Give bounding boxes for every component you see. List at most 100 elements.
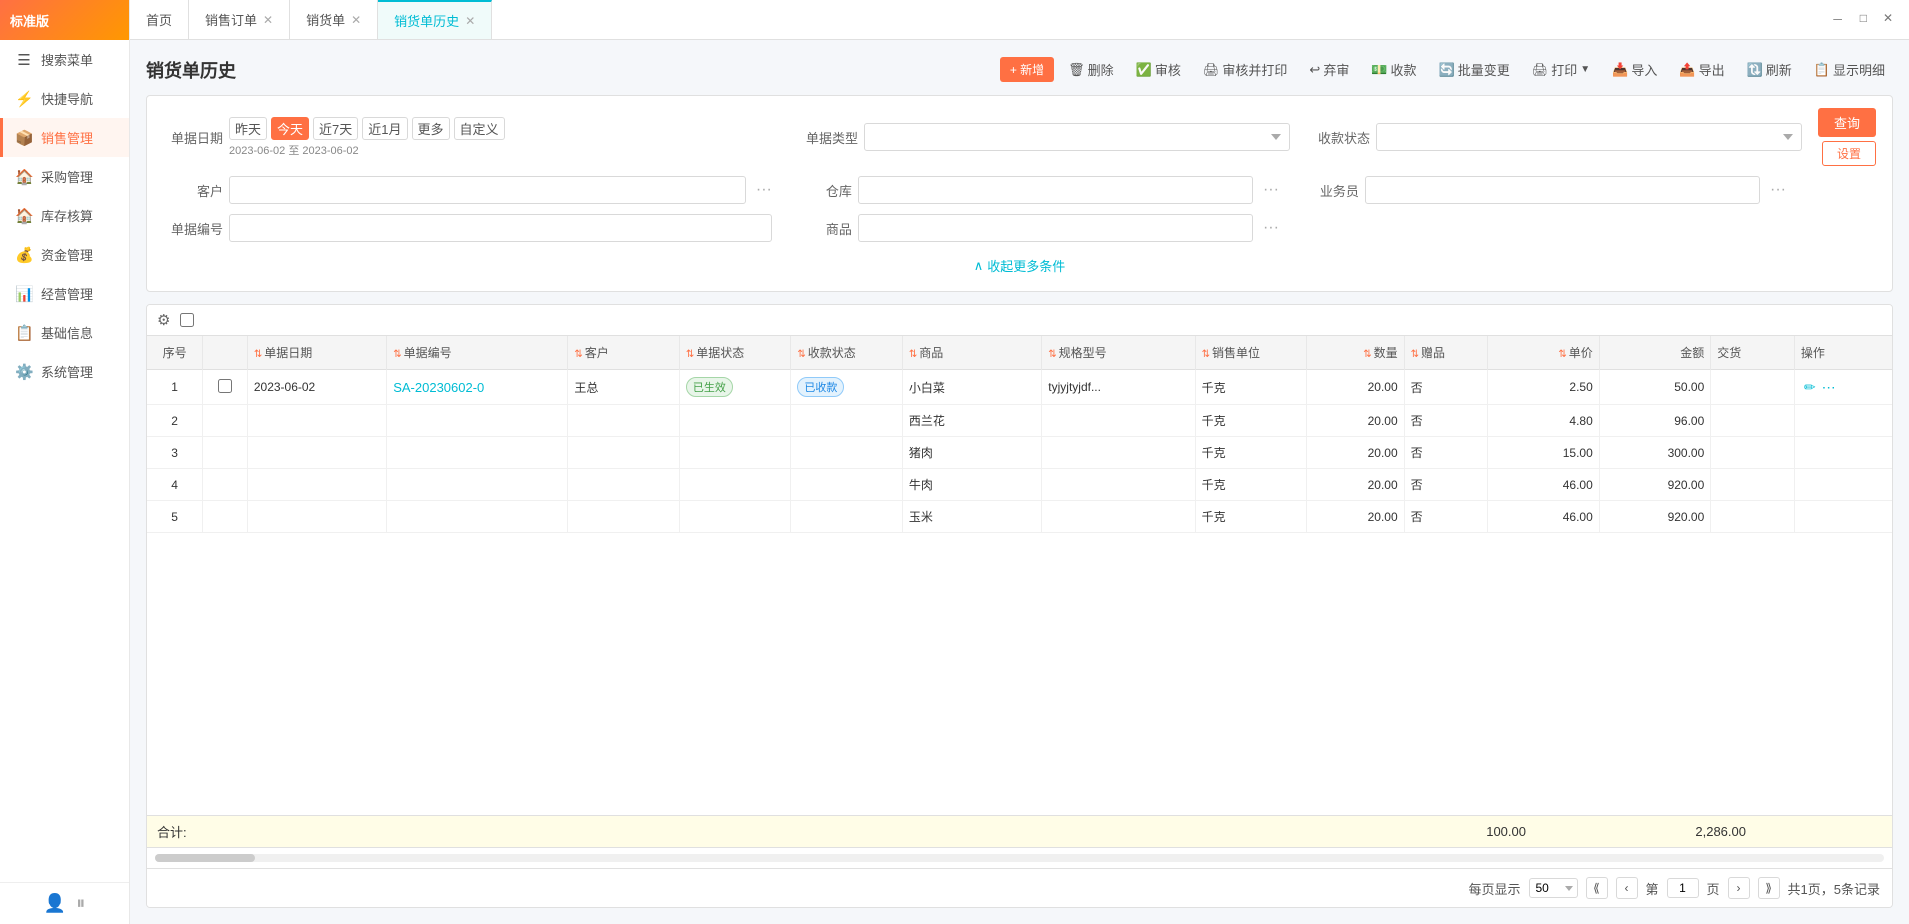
- salesperson-dots[interactable]: ···: [1770, 181, 1786, 199]
- page-input[interactable]: [1667, 878, 1699, 898]
- collapse-button[interactable]: ∧ 收起更多条件: [163, 252, 1876, 279]
- cell-customer: [568, 437, 680, 469]
- date-btn-7days[interactable]: 近7天: [313, 117, 358, 140]
- sort-customer-icon: ⇅: [574, 349, 582, 360]
- tab-sales-order-close[interactable]: ✕: [263, 13, 273, 27]
- new-button[interactable]: + 新增: [1000, 57, 1054, 82]
- set-button[interactable]: 设置: [1822, 141, 1876, 166]
- batch-change-button[interactable]: 🔄 批量变更: [1431, 56, 1518, 83]
- more-btn[interactable]: ⋯: [1819, 379, 1839, 396]
- row-checkbox[interactable]: [218, 379, 232, 393]
- date-btn-today[interactable]: 今天: [271, 117, 309, 140]
- sidebar-item-sales[interactable]: 📦 销售管理: [0, 118, 129, 157]
- col-unit[interactable]: ⇅销售单位: [1195, 336, 1307, 370]
- sidebar-item-system[interactable]: ⚙️ 系统管理: [0, 352, 129, 391]
- sidebar-collapse-icon[interactable]: ⏸: [76, 893, 85, 914]
- page-next-btn[interactable]: ›: [1728, 877, 1750, 899]
- cell-docstatus: [679, 469, 791, 501]
- per-page-select[interactable]: 50 100 200: [1529, 878, 1578, 898]
- cell-no: 5: [147, 501, 203, 533]
- receive-button[interactable]: 💵 收款: [1363, 56, 1424, 83]
- sidebar-item-inventory[interactable]: 🏠 库存核算: [0, 196, 129, 235]
- payment-select[interactable]: [1376, 123, 1802, 151]
- tab-home[interactable]: 首页: [130, 0, 189, 39]
- tab-sales-goods-close[interactable]: ✕: [351, 13, 361, 27]
- salesperson-input[interactable]: [1365, 176, 1760, 204]
- date-btn-more[interactable]: 更多: [412, 117, 450, 140]
- audit-print-button[interactable]: 🖨 审核并打印: [1195, 56, 1296, 83]
- doctype-select[interactable]: [864, 123, 1290, 151]
- summary-row: 合计: 100.00 2,286.00: [147, 815, 1892, 847]
- minimize-btn[interactable]: －: [1824, 9, 1852, 30]
- sidebar-user-icon[interactable]: 👤: [44, 893, 66, 914]
- tab-sales-order[interactable]: 销售订单 ✕: [189, 0, 290, 39]
- close-btn[interactable]: ✕: [1875, 9, 1901, 30]
- sidebar-item-operation[interactable]: 📊 经营管理: [0, 274, 129, 313]
- horizontal-scrollbar[interactable]: [155, 854, 1884, 862]
- scrollbar-thumb[interactable]: [155, 854, 255, 862]
- abandon-button[interactable]: ↩ 弃审: [1301, 56, 1357, 83]
- sidebar-item-purchase[interactable]: 🏠 采购管理: [0, 157, 129, 196]
- cell-goods: 猪肉: [902, 437, 1041, 469]
- table-scroll[interactable]: 序号 ⇅单据日期 ⇅单据编号 ⇅客户 ⇅单据状态 ⇅收款状态 ⇅商品 ⇅规格型号…: [147, 336, 1892, 815]
- docno-input[interactable]: [229, 214, 772, 242]
- customer-input[interactable]: [229, 176, 746, 204]
- goods-input[interactable]: [858, 214, 1253, 242]
- cell-docstatus: [679, 501, 791, 533]
- edit-btn[interactable]: ✏: [1801, 379, 1819, 396]
- col-action: 操作: [1794, 336, 1892, 370]
- page-prev-btn[interactable]: ‹: [1616, 877, 1638, 899]
- col-customer[interactable]: ⇅客户: [568, 336, 680, 370]
- col-qty[interactable]: ⇅数量: [1307, 336, 1405, 370]
- customer-dots[interactable]: ···: [756, 181, 772, 199]
- col-date[interactable]: ⇅单据日期: [247, 336, 386, 370]
- table-row: 2西兰花千克20.00否4.8096.00: [147, 405, 1892, 437]
- warehouse-input[interactable]: [858, 176, 1253, 204]
- page-last-btn[interactable]: ⟫: [1758, 877, 1780, 899]
- tab-sales-goods[interactable]: 销货单 ✕: [290, 0, 378, 39]
- show-detail-button[interactable]: 📋 显示明细: [1806, 56, 1893, 83]
- filter-group-payment: 收款状态: [1310, 123, 1802, 151]
- tab-sales-history-close[interactable]: ✕: [465, 14, 475, 28]
- col-price[interactable]: ⇅单价: [1488, 336, 1600, 370]
- date-range-text: 2023-06-02 至 2023-06-02: [229, 142, 778, 158]
- cell-customer: [568, 501, 680, 533]
- col-spec[interactable]: ⇅规格型号: [1042, 336, 1195, 370]
- maximize-btn[interactable]: □: [1852, 9, 1875, 30]
- sidebar-item-quicknav[interactable]: ⚡ 快捷导航: [0, 79, 129, 118]
- date-btn-custom[interactable]: 自定义: [454, 117, 505, 140]
- export-button[interactable]: 📤 导出: [1671, 56, 1732, 83]
- print-button[interactable]: 🖨 打印 ▼: [1524, 56, 1598, 83]
- docno-link[interactable]: SA-20230602-0: [393, 380, 484, 395]
- col-docstatus[interactable]: ⇅单据状态: [679, 336, 791, 370]
- sidebar-item-label: 资金管理: [41, 245, 93, 264]
- refresh-button[interactable]: 🔃 刷新: [1739, 56, 1800, 83]
- cell-spec: [1042, 469, 1195, 501]
- tab-sales-history[interactable]: 销货单历史 ✕: [378, 0, 492, 39]
- col-docno[interactable]: ⇅单据编号: [387, 336, 568, 370]
- audit-button[interactable]: ✅ 审核: [1128, 56, 1189, 83]
- select-all-checkbox[interactable]: [180, 313, 194, 327]
- sidebar-item-label: 库存核算: [41, 206, 93, 225]
- delete-button[interactable]: 🗑 删除: [1060, 56, 1122, 83]
- date-btn-1month[interactable]: 近1月: [362, 117, 407, 140]
- page-label: 第: [1646, 879, 1659, 898]
- table-settings-btn[interactable]: ⚙: [155, 309, 172, 331]
- sidebar-item-basic[interactable]: 📋 基础信息: [0, 313, 129, 352]
- sidebar-item-finance[interactable]: 💰 资金管理: [0, 235, 129, 274]
- warehouse-dots[interactable]: ···: [1263, 181, 1279, 199]
- page-first-btn[interactable]: ⟪: [1586, 877, 1608, 899]
- table-header-row: 序号 ⇅单据日期 ⇅单据编号 ⇅客户 ⇅单据状态 ⇅收款状态 ⇅商品 ⇅规格型号…: [147, 336, 1892, 370]
- col-paymentstatus[interactable]: ⇅收款状态: [791, 336, 903, 370]
- sidebar-item-search[interactable]: ☰ 搜索菜单: [0, 40, 129, 79]
- window-buttons: － □ ✕: [1816, 9, 1909, 30]
- col-gift[interactable]: ⇅赠品: [1404, 336, 1488, 370]
- goods-dots[interactable]: ···: [1263, 219, 1279, 237]
- sort-qty-icon: ⇅: [1363, 349, 1371, 360]
- cell-qty: 20.00: [1307, 501, 1405, 533]
- col-goods[interactable]: ⇅商品: [902, 336, 1041, 370]
- query-button[interactable]: 查询: [1818, 108, 1876, 137]
- import-button[interactable]: 📥 导入: [1604, 56, 1665, 83]
- sort-gift-icon: ⇅: [1411, 349, 1419, 360]
- date-btn-yesterday[interactable]: 昨天: [229, 117, 267, 140]
